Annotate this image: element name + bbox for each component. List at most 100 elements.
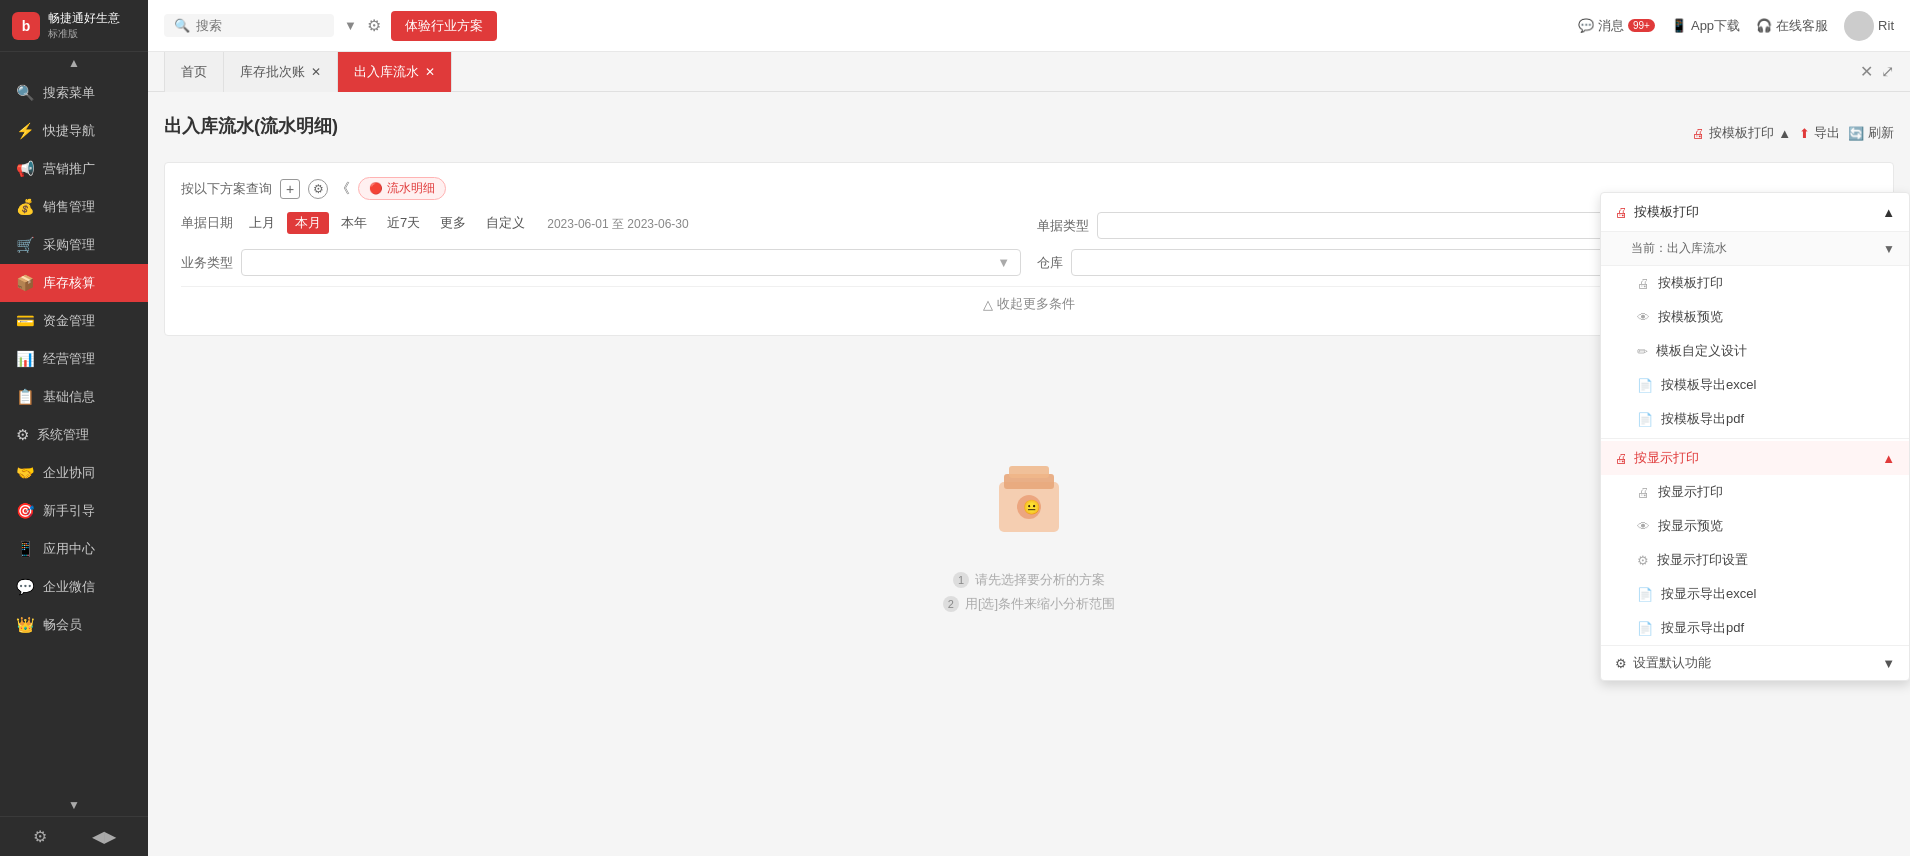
sidebar-item-app-center[interactable]: 📱 应用中心 bbox=[0, 530, 148, 568]
dp-item-template-excel[interactable]: 📄 按模板导出excel bbox=[1601, 368, 1909, 402]
dp-display-pdf-icon: 📄 bbox=[1637, 621, 1653, 636]
sidebar-item-members[interactable]: 👑 畅会员 bbox=[0, 606, 148, 644]
topbar-right: 💬 消息 99+ 📱 App下载 🎧 在线客服 Rit bbox=[1578, 11, 1894, 41]
app-center-icon: 📱 bbox=[16, 540, 35, 558]
search-menu-icon: 🔍 bbox=[16, 84, 35, 102]
wechat-icon: 💬 bbox=[16, 578, 35, 596]
purchase-icon: 🛒 bbox=[16, 236, 35, 254]
page-content: 出入库流水(流水明细) 🖨 按模板打印 ▲ ⬆ 导出 🔄 刷新 bbox=[148, 92, 1910, 856]
sidebar-item-beginner[interactable]: 🎯 新手引导 bbox=[0, 492, 148, 530]
date-opt-7days[interactable]: 近7天 bbox=[379, 212, 428, 234]
dp-display-settings-icon: ⚙ bbox=[1637, 553, 1649, 568]
topbar-gear-btn[interactable]: ⚙ bbox=[367, 16, 381, 35]
sidebar-settings-btn[interactable]: ⚙ bbox=[33, 827, 47, 846]
print-chevron-up-icon: ▲ bbox=[1778, 126, 1791, 141]
tab-maximize-btn[interactable]: ⤢ bbox=[1881, 62, 1894, 81]
main-area: 🔍 ▼ ⚙ 体验行业方案 💬 消息 99+ 📱 App下载 🎧 在线客服 bbox=[148, 0, 1910, 856]
business-type-input[interactable]: ▼ bbox=[241, 249, 1021, 276]
date-opt-this-month[interactable]: 本月 bbox=[287, 212, 329, 234]
date-range-text: 2023-06-01 至 2023-06-30 bbox=[547, 216, 688, 233]
members-icon: 👑 bbox=[16, 616, 35, 634]
tab-batch-account[interactable]: 库存批次账 ✕ bbox=[224, 52, 338, 92]
sidebar-item-search-menu[interactable]: 🔍 搜索菜单 bbox=[0, 74, 148, 112]
message-btn[interactable]: 💬 消息 99+ bbox=[1578, 17, 1655, 35]
dp-item-display-excel[interactable]: 📄 按显示导出excel bbox=[1601, 577, 1909, 611]
dp-section2-header[interactable]: 🖨 按显示打印 ▲ bbox=[1601, 441, 1909, 475]
business-type-label: 业务类型 bbox=[181, 254, 233, 272]
filter-chip[interactable]: 🔴 流水明细 bbox=[358, 177, 446, 200]
system-icon: ⚙ bbox=[16, 426, 29, 444]
tab-flow-detail-close[interactable]: ✕ bbox=[425, 65, 435, 79]
date-filter-field: 单据日期 上月 本月 本年 近7天 更多 自定义 2023-06-01 至 20… bbox=[181, 212, 1021, 234]
date-opt-last-month[interactable]: 上月 bbox=[241, 212, 283, 234]
sidebar-collapse-btn[interactable]: ◀▶ bbox=[92, 827, 116, 846]
sidebar-bottom: ⚙ ◀▶ bbox=[0, 816, 148, 856]
sidebar-item-finance[interactable]: 💳 资金管理 bbox=[0, 302, 148, 340]
dp-footer[interactable]: ⚙ 设置默认功能 ▼ bbox=[1601, 645, 1909, 680]
dp-header: 🖨 按模板打印 ▲ bbox=[1601, 193, 1909, 232]
dp-item-template-custom[interactable]: ✏ 模板自定义设计 bbox=[1601, 334, 1909, 368]
dp-sub-header: 当前：出入库流水 ▼ bbox=[1601, 232, 1909, 266]
export-btn[interactable]: ⬆ 导出 bbox=[1799, 124, 1840, 142]
refresh-icon: 🔄 bbox=[1848, 126, 1864, 141]
message-icon: 💬 bbox=[1578, 18, 1594, 33]
search-dropdown-btn[interactable]: ▼ bbox=[344, 18, 357, 33]
search-box[interactable]: 🔍 bbox=[164, 14, 334, 37]
dp-sub-header-arrow[interactable]: ▼ bbox=[1883, 242, 1895, 256]
filter-settings-btn[interactable]: ⚙ bbox=[308, 179, 328, 199]
sidebar-scroll-down[interactable]: ▼ bbox=[0, 794, 148, 816]
sidebar-item-marketing[interactable]: 📢 营销推广 bbox=[0, 150, 148, 188]
industry-solution-button[interactable]: 体验行业方案 bbox=[391, 11, 497, 41]
date-opt-custom[interactable]: 自定义 bbox=[478, 212, 533, 234]
dp-item-template-preview[interactable]: 👁 按模板预览 bbox=[1601, 300, 1909, 334]
dp-item-display-settings[interactable]: ⚙ 按显示打印设置 bbox=[1601, 543, 1909, 577]
collapse-arrow-icon: △ bbox=[983, 297, 993, 312]
enterprise-icon: 🤝 bbox=[16, 464, 35, 482]
sidebar-scroll-up[interactable]: ▲ bbox=[0, 52, 148, 74]
logo-icon: b bbox=[12, 12, 40, 40]
search-icon: 🔍 bbox=[174, 18, 190, 33]
business-type-dropdown-arrow: ▼ bbox=[997, 255, 1010, 270]
sidebar-item-enterprise[interactable]: 🤝 企业协同 bbox=[0, 454, 148, 492]
tab-home[interactable]: 首页 bbox=[164, 52, 224, 92]
tab-batch-account-close[interactable]: ✕ bbox=[311, 65, 321, 79]
print-dropdown-panel: 🖨 按模板打印 ▲ 当前：出入库流水 ▼ 🖨 按模板打印 👁 按模板预览 ✏ 模… bbox=[1600, 192, 1910, 681]
quick-nav-icon: ⚡ bbox=[16, 122, 35, 140]
date-opt-this-year[interactable]: 本年 bbox=[333, 212, 375, 234]
export-icon: ⬆ bbox=[1799, 126, 1810, 141]
tab-close-all-btn[interactable]: ✕ bbox=[1860, 62, 1873, 81]
sidebar-item-basic-info[interactable]: 📋 基础信息 bbox=[0, 378, 148, 416]
online-service-btn[interactable]: 🎧 在线客服 bbox=[1756, 17, 1828, 35]
refresh-btn[interactable]: 🔄 刷新 bbox=[1848, 124, 1894, 142]
tab-flow-detail[interactable]: 出入库流水 ✕ bbox=[338, 52, 452, 92]
date-options: 上月 本月 本年 近7天 更多 自定义 bbox=[241, 212, 533, 234]
dp-item-display-preview[interactable]: 👁 按显示预览 bbox=[1601, 509, 1909, 543]
dp-item-template-print[interactable]: 🖨 按模板打印 bbox=[1601, 266, 1909, 300]
filter-collapse-btn[interactable]: 《 bbox=[336, 180, 350, 198]
sidebar-item-operations[interactable]: 📊 经营管理 bbox=[0, 340, 148, 378]
sidebar-item-inventory[interactable]: 📦 库存核算 bbox=[0, 264, 148, 302]
dp-header-collapse-btn[interactable]: ▲ bbox=[1882, 205, 1895, 220]
message-badge: 99+ bbox=[1628, 19, 1655, 32]
doc-type-label: 单据类型 bbox=[1037, 217, 1089, 235]
search-input[interactable] bbox=[196, 18, 316, 33]
sidebar-item-purchase[interactable]: 🛒 采购管理 bbox=[0, 226, 148, 264]
sidebar-item-wechat[interactable]: 💬 企业微信 bbox=[0, 568, 148, 606]
app-download-btn[interactable]: 📱 App下载 bbox=[1671, 17, 1740, 35]
filter-add-btn[interactable]: + bbox=[280, 179, 300, 199]
sidebar-item-sales[interactable]: 💰 销售管理 bbox=[0, 188, 148, 226]
topbar-left: 🔍 ▼ ⚙ 体验行业方案 bbox=[164, 11, 497, 41]
user-avatar-area[interactable]: Rit bbox=[1844, 11, 1894, 41]
dp-item-display-pdf[interactable]: 📄 按显示导出pdf bbox=[1601, 611, 1909, 645]
dp-item-display-print[interactable]: 🖨 按显示打印 bbox=[1601, 475, 1909, 509]
tabbar: 首页 库存批次账 ✕ 出入库流水 ✕ ✕ ⤢ bbox=[148, 52, 1910, 92]
sidebar-item-quick-nav[interactable]: ⚡ 快捷导航 bbox=[0, 112, 148, 150]
sidebar-scroll: 🔍 搜索菜单 ⚡ 快捷导航 📢 营销推广 💰 销售管理 🛒 采购管理 📦 库存核… bbox=[0, 74, 148, 794]
sidebar-item-system[interactable]: ⚙ 系统管理 bbox=[0, 416, 148, 454]
sales-icon: 💰 bbox=[16, 198, 35, 216]
dp-item-template-pdf[interactable]: 📄 按模板导出pdf bbox=[1601, 402, 1909, 436]
print-dropdown-btn[interactable]: 🖨 按模板打印 ▲ bbox=[1692, 124, 1791, 142]
page-title: 出入库流水(流水明细) bbox=[164, 114, 338, 138]
date-opt-more[interactable]: 更多 bbox=[432, 212, 474, 234]
dp-separator bbox=[1601, 438, 1909, 439]
